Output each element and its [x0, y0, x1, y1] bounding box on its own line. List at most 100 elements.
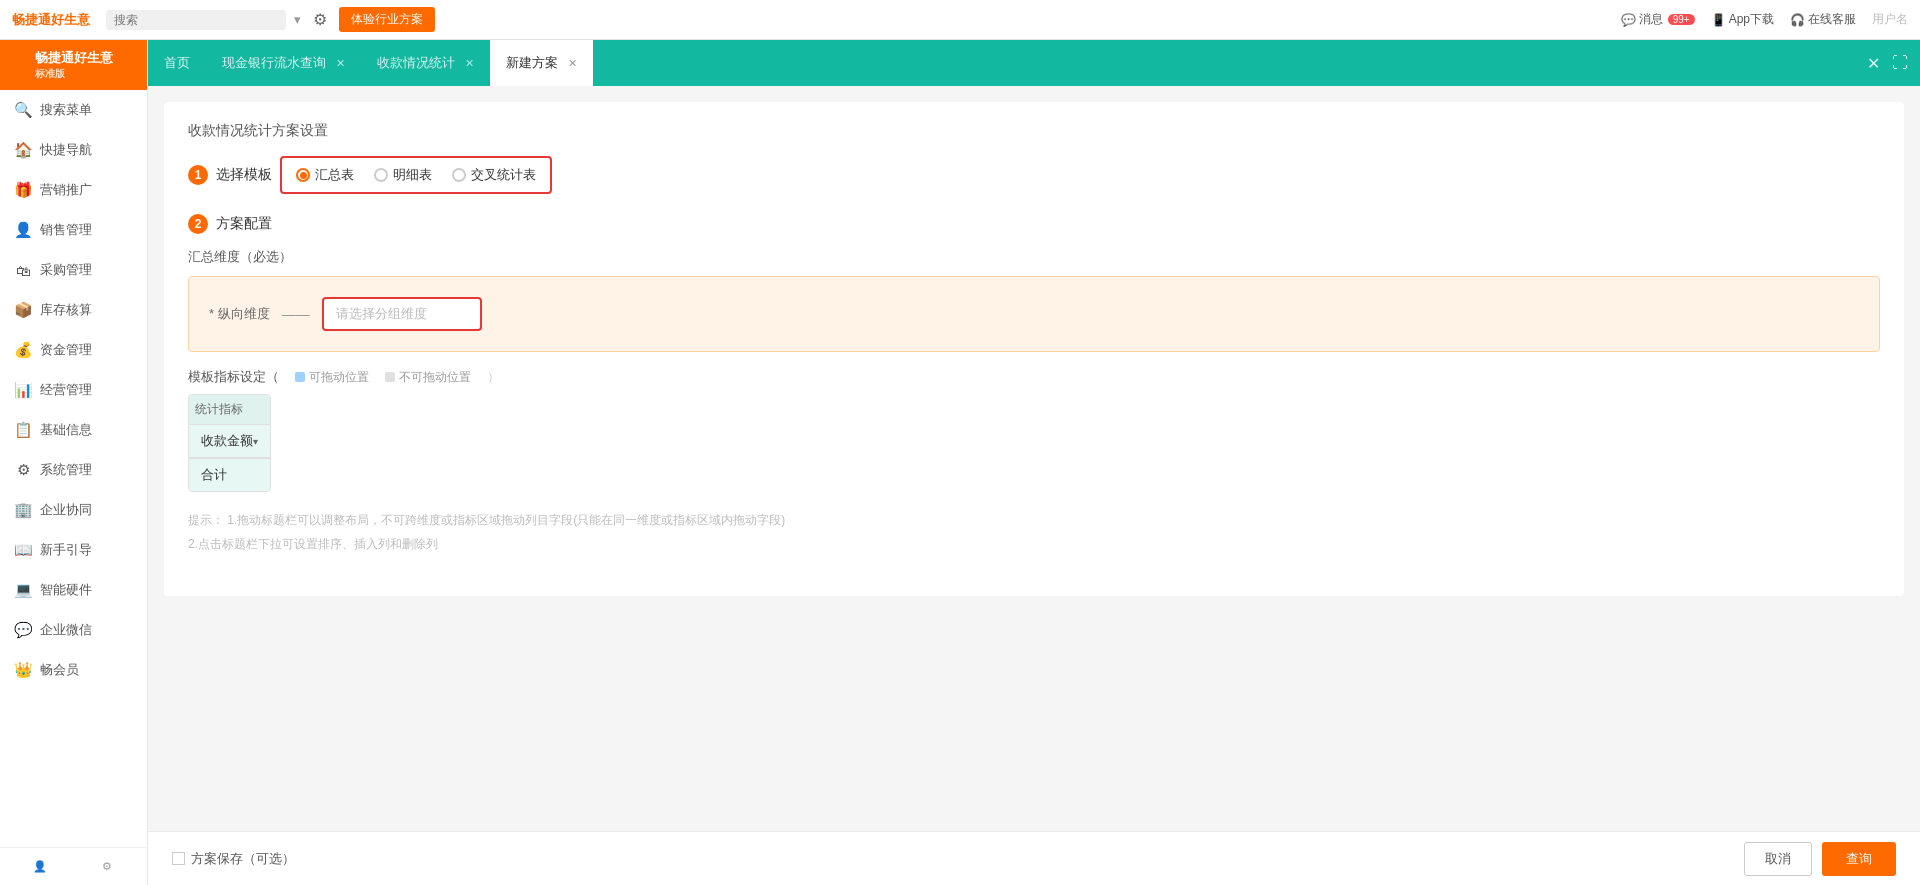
non-draggable-hint: 不可拖动位置: [385, 369, 471, 386]
tab-bank-flow-close[interactable]: ✕: [336, 57, 345, 70]
tab-close-icon[interactable]: ✕: [1863, 50, 1884, 77]
metrics-row-cell: 合计: [189, 459, 270, 491]
sidebar-item-base-info[interactable]: 📋 基础信息: [0, 410, 147, 450]
metrics-table-wrapper: 统计指标 收款金额 ▾ 合计: [188, 394, 1880, 492]
save-label: 方案保存（可选）: [191, 850, 295, 868]
quick-nav-icon: 🏠: [14, 141, 32, 159]
metrics-column-label: 收款金额: [201, 432, 253, 450]
sidebar-item-label: 畅会员: [40, 661, 79, 679]
sidebar-footer-settings[interactable]: ⚙: [76, 856, 140, 877]
sidebar-item-label: 经营管理: [40, 381, 92, 399]
sidebar-item-label: 采购管理: [40, 261, 92, 279]
settings-icon[interactable]: ⚙: [313, 10, 327, 29]
sidebar-item-label: 系统管理: [40, 461, 92, 479]
hardware-icon: 💻: [14, 581, 32, 599]
content-area: 首页 现金银行流水查询 ✕ 收款情况统计 ✕ 新建方案 ✕ ✕ ⛶ 收款情况统计…: [148, 40, 1920, 885]
sidebar-footer-user[interactable]: 👤: [8, 856, 72, 877]
sidebar-item-label: 基础信息: [40, 421, 92, 439]
sidebar-item-member[interactable]: 👑 畅会员: [0, 650, 147, 690]
base-info-icon: 📋: [14, 421, 32, 439]
tab-new-plan[interactable]: 新建方案 ✕: [490, 40, 593, 86]
sidebar-item-system[interactable]: ⚙ 系统管理: [0, 450, 147, 490]
sidebar-item-quick-nav[interactable]: 🏠 快捷导航: [0, 130, 147, 170]
sidebar-item-label: 快捷导航: [40, 141, 92, 159]
bottom-actions: 取消 查询: [1744, 842, 1896, 876]
tip-1: 提示： 1.拖动标题栏可以调整布局，不可跨维度或指标区域拖动列目字段(只能在同一…: [188, 508, 1880, 532]
sidebar-item-wechat[interactable]: 💬 企业微信: [0, 610, 147, 650]
cancel-button[interactable]: 取消: [1744, 842, 1812, 876]
sidebar-item-label: 企业协同: [40, 501, 92, 519]
radio-cross-label: 交叉统计表: [471, 166, 536, 184]
tab-receipt-stats-label: 收款情况统计: [377, 54, 455, 72]
tab-home-label: 首页: [164, 54, 190, 72]
tab-receipt-stats-close[interactable]: ✕: [465, 57, 474, 70]
sidebar-item-label: 智能硬件: [40, 581, 92, 599]
wechat-icon: 💬: [14, 621, 32, 639]
config-section: 汇总维度（必选） * 纵向维度 —— 请选择分组维度 模板指标设定（: [188, 248, 1880, 556]
tip-2: 2.点击标题栏下拉可设置排序、插入列和删除列: [188, 532, 1880, 556]
step2-header: 2 方案配置: [188, 214, 1880, 234]
non-draggable-dot: [385, 372, 395, 382]
radio-detail[interactable]: 明细表: [374, 166, 432, 184]
dimension-label: * 纵向维度: [209, 305, 270, 323]
draggable-hint: 可拖动位置: [295, 369, 369, 386]
dimension-selector[interactable]: 请选择分组维度: [322, 297, 482, 331]
system-icon: ⚙: [14, 461, 32, 479]
member-icon: 👑: [14, 661, 32, 679]
metrics-section: 模板指标设定（ 可拖动位置 不可拖动位置 ）: [188, 368, 1880, 492]
purchase-icon: 🛍: [14, 262, 32, 279]
radio-summary[interactable]: 汇总表: [296, 166, 354, 184]
metrics-column-header[interactable]: 收款金额 ▾: [189, 425, 270, 458]
radio-cross[interactable]: 交叉统计表: [452, 166, 536, 184]
sidebar-item-label: 营销推广: [40, 181, 92, 199]
sidebar-item-finance[interactable]: 💰 资金管理: [0, 330, 147, 370]
save-option: 方案保存（可选）: [172, 850, 295, 868]
dimension-arrow: ——: [282, 306, 310, 322]
sidebar-item-label: 销售管理: [40, 221, 92, 239]
sidebar-item-sales[interactable]: 👤 销售管理: [0, 210, 147, 250]
sidebar-item-marketing[interactable]: 🎁 营销推广: [0, 170, 147, 210]
step2-title: 方案配置: [216, 215, 272, 233]
guide-icon: 📖: [14, 541, 32, 559]
search-input[interactable]: [106, 10, 286, 30]
radio-summary-label: 汇总表: [315, 166, 354, 184]
save-checkbox[interactable]: [172, 852, 185, 865]
top-bar-right: 💬 消息 99+ 📱 App下载 🎧 在线客服 用户名: [1621, 11, 1908, 28]
sidebar-item-purchase[interactable]: 🛍 采购管理: [0, 250, 147, 290]
service-area[interactable]: 🎧 在线客服: [1790, 11, 1856, 28]
sidebar: 畅捷通好生意 标准版 🔍 搜索菜单 🏠 快捷导航 🎁 营销推广 👤 销售管理 🛍…: [0, 40, 148, 885]
radio-detail-label: 明细表: [393, 166, 432, 184]
sidebar-item-enterprise[interactable]: 🏢 企业协同: [0, 490, 147, 530]
tab-bank-flow[interactable]: 现金银行流水查询 ✕: [206, 40, 361, 86]
sidebar-logo-sub: 标准版: [35, 67, 113, 81]
message-area[interactable]: 💬 消息 99+: [1621, 11, 1695, 28]
sidebar-item-operation[interactable]: 📊 经营管理: [0, 370, 147, 410]
query-button[interactable]: 查询: [1822, 842, 1896, 876]
radio-detail-circle: [374, 168, 388, 182]
trial-button[interactable]: 体验行业方案: [339, 7, 435, 32]
tab-receipt-stats[interactable]: 收款情况统计 ✕: [361, 40, 490, 86]
metrics-column-header-row: 收款金额 ▾: [189, 425, 270, 459]
config-subtitle: 汇总维度（必选）: [188, 248, 1880, 266]
metrics-section-label: 统计指标: [189, 395, 270, 425]
draggable-dot: [295, 372, 305, 382]
dimension-row: * 纵向维度 —— 请选择分组维度: [209, 297, 1859, 331]
tab-bar: 首页 现金银行流水查询 ✕ 收款情况统计 ✕ 新建方案 ✕ ✕ ⛶: [148, 40, 1920, 86]
sidebar-item-inventory[interactable]: 📦 库存核算: [0, 290, 147, 330]
download-area[interactable]: 📱 App下载: [1711, 11, 1774, 28]
tab-home[interactable]: 首页: [148, 40, 206, 86]
sidebar-item-label: 搜索菜单: [40, 101, 92, 119]
dropdown-icon[interactable]: ▾: [294, 12, 301, 27]
sidebar-item-label: 资金管理: [40, 341, 92, 359]
sidebar-item-guide[interactable]: 📖 新手引导: [0, 530, 147, 570]
sidebar-item-search-menu[interactable]: 🔍 搜索菜单: [0, 90, 147, 130]
sidebar-footer: 👤 ⚙: [0, 847, 147, 885]
tab-new-plan-close[interactable]: ✕: [568, 57, 577, 70]
tab-expand-icon[interactable]: ⛶: [1888, 50, 1912, 76]
service-icon: 🎧: [1790, 13, 1805, 27]
enterprise-icon: 🏢: [14, 501, 32, 519]
top-bar: 畅捷通好生意 ▾ ⚙ 体验行业方案 💬 消息 99+ 📱 App下载 🎧 在线客…: [0, 0, 1920, 40]
template-radio-group: 汇总表 明细表 交叉统计表: [280, 156, 552, 194]
page-title: 收款情况统计方案设置: [188, 122, 1880, 140]
sidebar-item-hardware[interactable]: 💻 智能硬件: [0, 570, 147, 610]
